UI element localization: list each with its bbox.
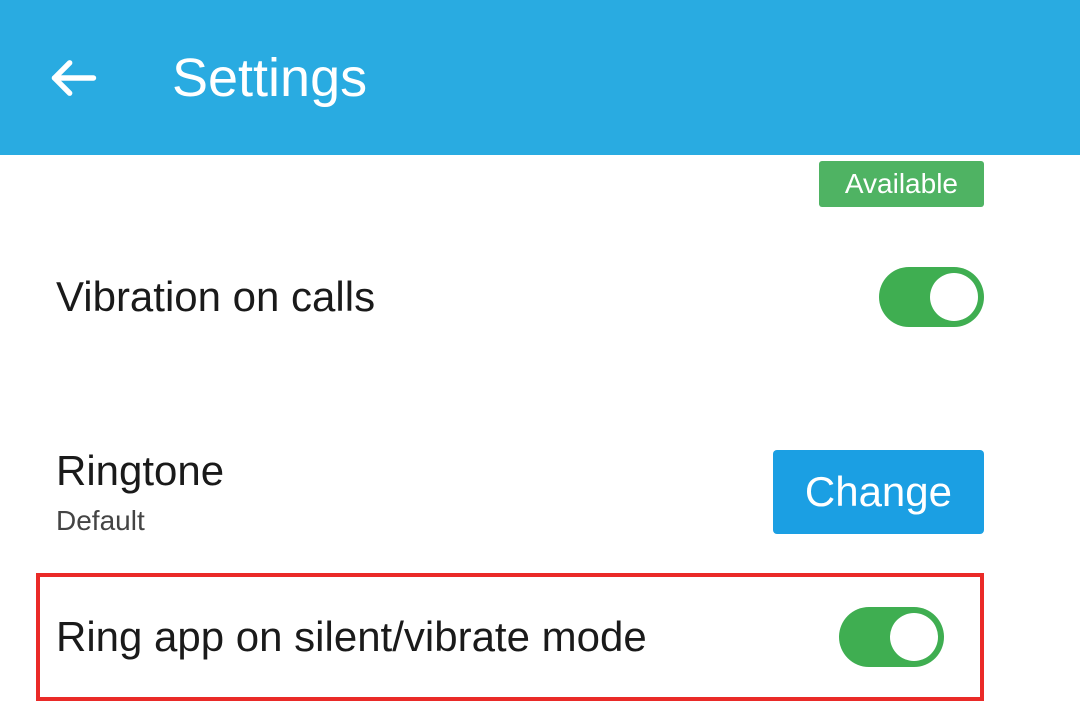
vibration-label: Vibration on calls	[56, 273, 375, 321]
status-badge: Available	[819, 161, 984, 207]
ringtone-value: Default	[56, 505, 224, 537]
vibration-toggle[interactable]	[879, 267, 984, 327]
ring-silent-label: Ring app on silent/vibrate mode	[56, 613, 647, 661]
ringtone-text-block: Ringtone Default	[56, 447, 224, 537]
ringtone-label: Ringtone	[56, 447, 224, 495]
change-ringtone-button[interactable]: Change	[773, 450, 984, 534]
ring-silent-toggle[interactable]	[839, 607, 944, 667]
status-row: Available	[56, 155, 1024, 207]
settings-content: Available Vibration on calls Ringtone De…	[0, 155, 1080, 701]
ring-silent-row: Ring app on silent/vibrate mode	[36, 573, 984, 701]
ringtone-row: Ringtone Default Change	[56, 447, 1024, 537]
toggle-knob	[890, 613, 938, 661]
app-header: Settings	[0, 0, 1080, 155]
toggle-knob	[930, 273, 978, 321]
vibration-on-calls-row: Vibration on calls	[56, 267, 1024, 327]
back-arrow-icon[interactable]	[48, 52, 100, 104]
page-title: Settings	[172, 47, 367, 109]
